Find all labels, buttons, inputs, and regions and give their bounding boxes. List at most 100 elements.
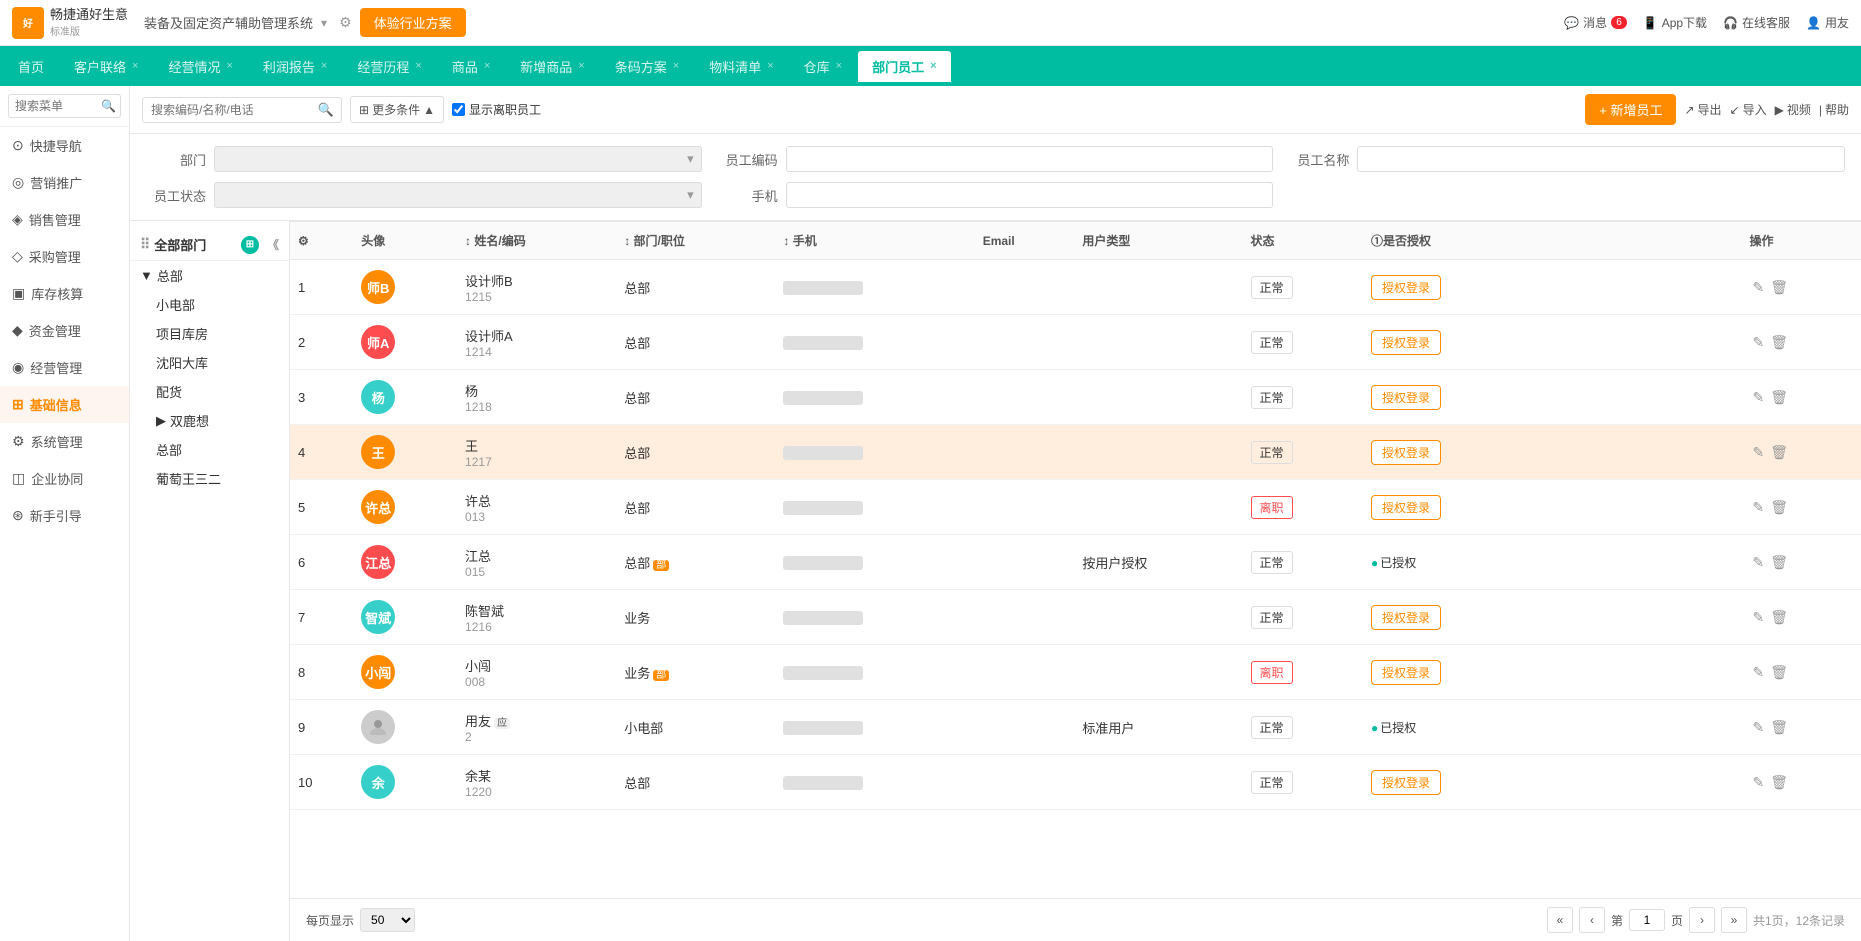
delete-icon[interactable]: 🗑 — [1770, 444, 1788, 460]
sidebar-item-finance[interactable]: ◆资金管理 — [0, 312, 129, 349]
auth-btn[interactable]: 授权登录 — [1371, 330, 1441, 355]
status-select[interactable] — [214, 182, 702, 208]
edit-icon[interactable]: ✎ — [1753, 444, 1765, 460]
edit-icon[interactable]: ✎ — [1753, 279, 1765, 295]
close-tab-icon[interactable]: × — [767, 60, 773, 72]
nav-tab-利润报告[interactable]: 利润报告× — [249, 51, 341, 82]
add-employee-btn[interactable]: + 新增员工 — [1585, 94, 1676, 125]
view-btn[interactable]: ▶ 视频 — [1775, 101, 1811, 118]
auth-btn[interactable]: 授权登录 — [1371, 275, 1441, 300]
sidebar-item-operation[interactable]: ◉经营管理 — [0, 349, 129, 386]
edit-icon[interactable]: ✎ — [1753, 664, 1765, 680]
dept-node-shipping[interactable]: 配货 — [146, 377, 289, 406]
import-btn[interactable]: ↙ 导入 — [1730, 101, 1767, 118]
delete-icon[interactable]: 🗑 — [1770, 334, 1788, 350]
delete-icon[interactable]: 🗑 — [1770, 499, 1788, 515]
app-download-btn[interactable]: 📱 App下载 — [1643, 14, 1707, 31]
delete-icon[interactable]: 🗑 — [1770, 279, 1788, 295]
delete-icon[interactable]: 🗑 — [1770, 389, 1788, 405]
page-input[interactable] — [1629, 909, 1665, 931]
edit-icon[interactable]: ✎ — [1753, 334, 1765, 350]
th-name[interactable]: ↕ 姓名/编码 — [457, 222, 616, 260]
sidebar-item-system[interactable]: ⚙系统管理 — [0, 423, 129, 460]
edit-icon[interactable]: ✎ — [1753, 499, 1765, 515]
employee-search-input[interactable] — [142, 97, 342, 123]
sidebar-item-quick[interactable]: ⊙快捷导航 — [0, 127, 129, 164]
delete-icon[interactable]: 🗑 — [1770, 664, 1788, 680]
th-settings[interactable]: ⚙ — [290, 222, 353, 260]
dept-node-grape[interactable]: 葡萄王三二 — [146, 464, 289, 493]
dept-all-label[interactable]: 全部部门 — [154, 235, 206, 254]
export-btn[interactable]: ↗ 导出 — [1684, 101, 1721, 118]
settings-icon[interactable]: ⚙ — [339, 14, 352, 31]
auth-btn[interactable]: 授权登录 — [1371, 660, 1441, 685]
sidebar-item-marketing[interactable]: ◎营销推广 — [0, 164, 129, 201]
first-page-btn[interactable]: « — [1547, 907, 1573, 933]
sidebar-item-purchase[interactable]: ◇采购管理 — [0, 238, 129, 275]
dept-node-project[interactable]: 项目库房 — [146, 319, 289, 348]
edit-icon[interactable]: ✎ — [1753, 609, 1765, 625]
dropdown-arrow[interactable]: ▾ — [321, 16, 327, 30]
last-page-btn[interactable]: » — [1721, 907, 1747, 933]
nav-tab-仓库[interactable]: 仓库× — [790, 51, 856, 82]
phone-input[interactable] — [786, 182, 1274, 208]
close-tab-icon[interactable]: × — [226, 60, 232, 72]
dept-node-shenyang[interactable]: 沈阳大库 — [146, 348, 289, 377]
emp-name-input[interactable] — [1357, 146, 1845, 172]
nav-tab-条码方案[interactable]: 条码方案× — [601, 51, 693, 82]
close-tab-icon[interactable]: × — [930, 60, 936, 72]
close-tab-icon[interactable]: × — [484, 60, 490, 72]
help-btn[interactable]: | 帮助 — [1819, 101, 1849, 118]
delete-icon[interactable]: 🗑 — [1770, 554, 1788, 570]
dept-select[interactable] — [214, 146, 702, 172]
dept-node-small-elec[interactable]: 小电部 — [146, 290, 289, 319]
nav-tab-部门员工[interactable]: 部门员工× — [858, 51, 950, 82]
edit-icon[interactable]: ✎ — [1753, 389, 1765, 405]
auth-btn[interactable]: 授权登录 — [1371, 770, 1441, 795]
dept-tree-collapse[interactable]: 《 — [267, 236, 279, 253]
page-size-select[interactable]: 50 100 200 — [360, 908, 415, 932]
close-tab-icon[interactable]: × — [132, 60, 138, 72]
show-resign-label[interactable]: 显示离职员工 — [452, 101, 541, 118]
nav-tab-新增商品[interactable]: 新增商品× — [506, 51, 598, 82]
delete-icon[interactable]: 🗑 — [1770, 609, 1788, 625]
sidebar-item-basic[interactable]: ⊞基础信息 — [0, 386, 129, 423]
sidebar-item-enterprise[interactable]: ◫企业协同 — [0, 460, 129, 497]
close-tab-icon[interactable]: × — [578, 60, 584, 72]
sidebar-item-inventory[interactable]: ▣库存核算 — [0, 275, 129, 312]
auth-btn[interactable]: 授权登录 — [1371, 495, 1441, 520]
sidebar-item-guide[interactable]: ⊛新手引导 — [0, 497, 129, 534]
prev-page-btn[interactable]: ‹ — [1579, 907, 1605, 933]
trial-btn[interactable]: 体验行业方案 — [360, 8, 466, 37]
close-tab-icon[interactable]: × — [321, 60, 327, 72]
th-dept[interactable]: ↕ 部门/职位 — [616, 222, 775, 260]
nav-tab-商品[interactable]: 商品× — [438, 51, 504, 82]
nav-tab-物料清单[interactable]: 物料清单× — [695, 51, 787, 82]
nav-tab-首页[interactable]: 首页 — [4, 51, 58, 82]
emp-code-input[interactable] — [786, 146, 1274, 172]
close-tab-icon[interactable]: × — [673, 60, 679, 72]
close-tab-icon[interactable]: × — [836, 60, 842, 72]
user-btn[interactable]: 👤 用友 — [1806, 14, 1849, 31]
dept-node-head[interactable]: ▼ 总部 — [130, 261, 289, 290]
show-resign-checkbox[interactable] — [452, 103, 465, 116]
nav-tab-客户联络[interactable]: 客户联络× — [60, 51, 152, 82]
delete-icon[interactable]: 🗑 — [1770, 719, 1788, 735]
auth-btn[interactable]: 授权登录 — [1371, 385, 1441, 410]
delete-icon[interactable]: 🗑 — [1770, 774, 1788, 790]
edit-icon[interactable]: ✎ — [1753, 719, 1765, 735]
nav-tab-经营情况[interactable]: 经营情况× — [154, 51, 246, 82]
edit-icon[interactable]: ✎ — [1753, 554, 1765, 570]
edit-icon[interactable]: ✎ — [1753, 774, 1765, 790]
online-service-btn[interactable]: 🎧 在线客服 — [1723, 14, 1790, 31]
dept-node-head2[interactable]: 总部 — [146, 435, 289, 464]
dept-collapse-btn[interactable]: ⊞ — [241, 236, 259, 254]
auth-btn[interactable]: 授权登录 — [1371, 440, 1441, 465]
close-tab-icon[interactable]: × — [415, 60, 421, 72]
th-phone[interactable]: ↕ 手机 — [775, 222, 974, 260]
sidebar-item-sales[interactable]: ◈销售管理 — [0, 201, 129, 238]
msg-btn[interactable]: 💬 消息 6 — [1564, 14, 1627, 31]
next-page-btn[interactable]: › — [1689, 907, 1715, 933]
more-conditions-btn[interactable]: ⊞ 更多条件 ▲ — [350, 96, 444, 123]
dept-node-dual[interactable]: ▶ 双鹿想 — [146, 406, 289, 435]
